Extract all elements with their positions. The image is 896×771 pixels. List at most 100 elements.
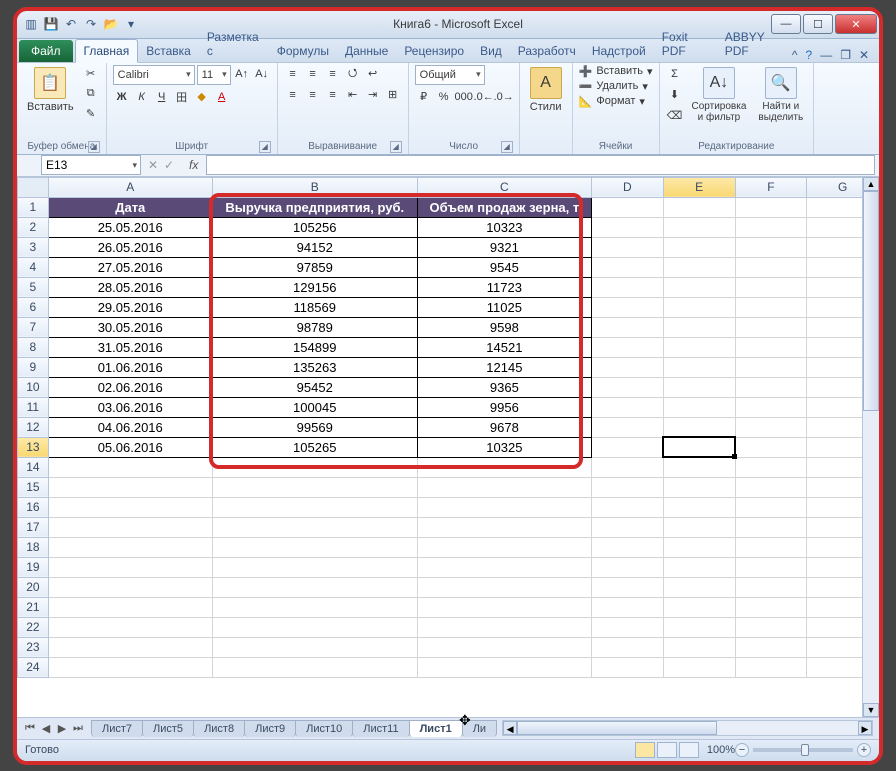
- sheet-nav-next-icon[interactable]: ▶: [55, 722, 69, 735]
- cell[interactable]: [663, 577, 735, 597]
- cell[interactable]: [592, 517, 664, 537]
- sort-filter-button[interactable]: A↓ Сортировка и фильтр: [688, 65, 751, 125]
- cell[interactable]: [212, 657, 417, 677]
- cell[interactable]: [663, 657, 735, 677]
- cell[interactable]: [212, 557, 417, 577]
- row-header[interactable]: 24: [18, 657, 49, 677]
- cell[interactable]: 01.06.2016: [48, 357, 212, 377]
- cell[interactable]: [48, 617, 212, 637]
- percent-icon[interactable]: %: [435, 88, 453, 106]
- cell[interactable]: [663, 457, 735, 477]
- comma-icon[interactable]: 000: [455, 88, 473, 106]
- hscroll-thumb[interactable]: [517, 721, 717, 735]
- cell[interactable]: 11723: [417, 277, 591, 297]
- cell[interactable]: 118569: [212, 297, 417, 317]
- zoom-in-button[interactable]: +: [857, 743, 871, 757]
- cell[interactable]: [735, 657, 807, 677]
- cell[interactable]: 02.06.2016: [48, 377, 212, 397]
- cell[interactable]: 30.05.2016: [48, 317, 212, 337]
- clipboard-launcher-icon[interactable]: ◢: [88, 141, 100, 153]
- horizontal-scrollbar[interactable]: ◀ ▶: [502, 720, 873, 736]
- cell[interactable]: [735, 457, 807, 477]
- cell[interactable]: 11025: [417, 297, 591, 317]
- cell[interactable]: 94152: [212, 237, 417, 257]
- cell[interactable]: [735, 297, 807, 317]
- cell[interactable]: [48, 497, 212, 517]
- undo-icon[interactable]: ↶: [63, 16, 79, 32]
- tab-insert[interactable]: Вставка: [138, 40, 199, 62]
- cell[interactable]: 14521: [417, 337, 591, 357]
- styles-button[interactable]: A Стили: [526, 65, 566, 115]
- cell[interactable]: [592, 657, 664, 677]
- cell[interactable]: [735, 357, 807, 377]
- format-cells-button[interactable]: 📐Формат ▾: [579, 95, 645, 108]
- normal-view-button[interactable]: [635, 742, 655, 758]
- align-right-icon[interactable]: ≡: [324, 86, 342, 104]
- cell[interactable]: [663, 597, 735, 617]
- cell[interactable]: [48, 477, 212, 497]
- cell[interactable]: [663, 277, 735, 297]
- cell[interactable]: [48, 457, 212, 477]
- align-top-icon[interactable]: ≡: [284, 65, 302, 83]
- cell[interactable]: [663, 317, 735, 337]
- cell[interactable]: [592, 357, 664, 377]
- cell[interactable]: [48, 597, 212, 617]
- paste-button[interactable]: 📋 Вставить: [23, 65, 78, 115]
- merge-icon[interactable]: ⊞: [384, 86, 402, 104]
- tab-layout[interactable]: Разметка с: [199, 26, 269, 62]
- cell[interactable]: 105256: [212, 217, 417, 237]
- italic-icon[interactable]: К: [133, 88, 151, 106]
- underline-icon[interactable]: Ч: [153, 88, 171, 106]
- row-header[interactable]: 12: [18, 417, 49, 437]
- cell[interactable]: [663, 497, 735, 517]
- sheet-tab[interactable]: Ли: [462, 720, 497, 737]
- cell[interactable]: [592, 217, 664, 237]
- decrease-decimal-icon[interactable]: .0→: [495, 88, 513, 106]
- cell[interactable]: [212, 517, 417, 537]
- increase-font-icon[interactable]: A↑: [233, 65, 251, 83]
- cell[interactable]: [663, 537, 735, 557]
- font-launcher-icon[interactable]: ◢: [259, 141, 271, 153]
- cell[interactable]: [735, 437, 807, 457]
- cell[interactable]: 03.06.2016: [48, 397, 212, 417]
- cell[interactable]: [592, 477, 664, 497]
- row-header[interactable]: 3: [18, 237, 49, 257]
- cell[interactable]: [212, 597, 417, 617]
- cell[interactable]: [735, 617, 807, 637]
- cell[interactable]: 135263: [212, 357, 417, 377]
- cell[interactable]: [592, 317, 664, 337]
- maximize-button[interactable]: ☐: [803, 14, 833, 34]
- align-middle-icon[interactable]: ≡: [304, 65, 322, 83]
- cell[interactable]: [592, 457, 664, 477]
- sheet-tab[interactable]: Лист7: [91, 720, 143, 737]
- sheet-tab[interactable]: Лист8: [193, 720, 245, 737]
- doc-restore-icon[interactable]: ❐: [840, 48, 851, 62]
- cell[interactable]: [592, 577, 664, 597]
- cell[interactable]: 10325: [417, 437, 591, 457]
- cell[interactable]: [212, 497, 417, 517]
- column-header-F[interactable]: F: [735, 177, 807, 197]
- cell[interactable]: [592, 497, 664, 517]
- cell[interactable]: [592, 377, 664, 397]
- cell[interactable]: [663, 437, 735, 457]
- cell[interactable]: 27.05.2016: [48, 257, 212, 277]
- increase-decimal-icon[interactable]: .0←: [475, 88, 493, 106]
- worksheet-area[interactable]: ABCDEFG 1ДатаВыручка предприятия, руб.Об…: [17, 177, 879, 717]
- cell[interactable]: [417, 617, 591, 637]
- cell[interactable]: [735, 217, 807, 237]
- cell[interactable]: [417, 637, 591, 657]
- cell[interactable]: [663, 257, 735, 277]
- align-left-icon[interactable]: ≡: [284, 86, 302, 104]
- find-select-button[interactable]: 🔍 Найти и выделить: [754, 65, 807, 125]
- copy-icon[interactable]: ⧉: [82, 85, 100, 103]
- cell[interactable]: [592, 197, 664, 217]
- zoom-thumb[interactable]: [801, 744, 809, 756]
- cell[interactable]: [735, 637, 807, 657]
- cell[interactable]: [48, 557, 212, 577]
- cell[interactable]: [663, 637, 735, 657]
- cell[interactable]: 28.05.2016: [48, 277, 212, 297]
- cell[interactable]: [663, 377, 735, 397]
- spreadsheet-grid[interactable]: ABCDEFG 1ДатаВыручка предприятия, руб.Об…: [17, 177, 879, 678]
- cell[interactable]: [663, 397, 735, 417]
- cell[interactable]: Объем продаж зерна, т: [417, 197, 591, 217]
